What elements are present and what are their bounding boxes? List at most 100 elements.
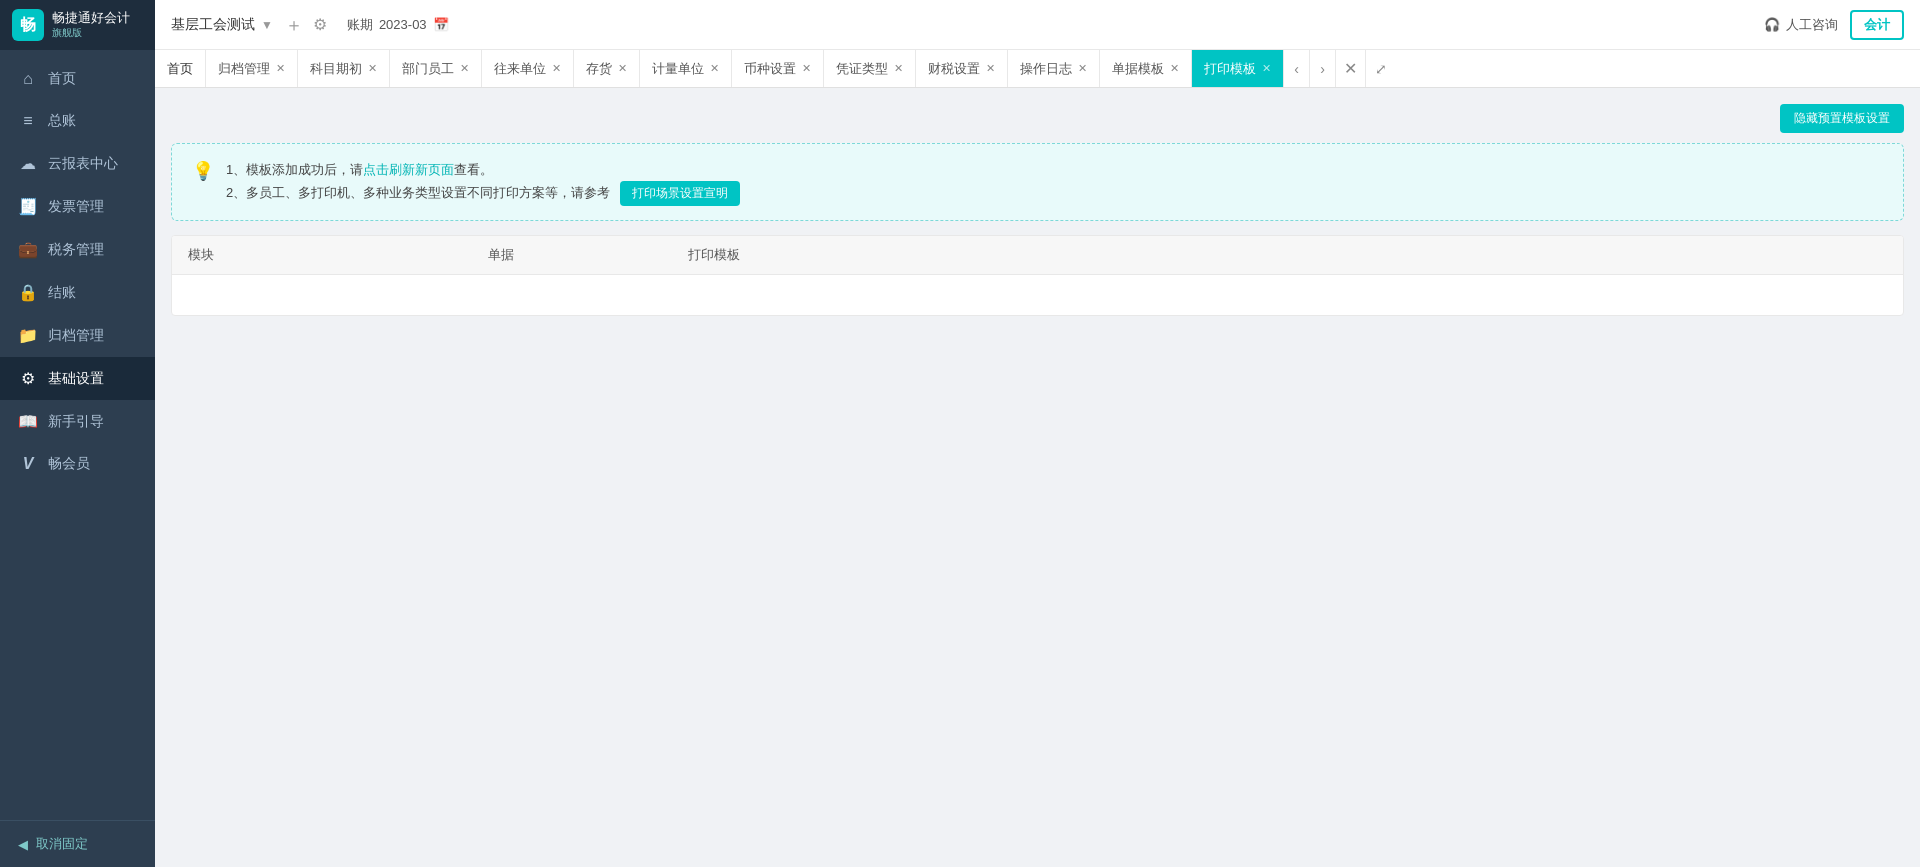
tab-home[interactable]: 首页 [155,50,206,88]
tab-inventory[interactable]: 存货 ✕ [574,50,640,88]
tab-inventory-close-icon[interactable]: ✕ [618,62,627,75]
info-line1-suffix: 查看。 [454,162,493,177]
tabs-prev-btn[interactable]: ‹ [1284,50,1310,88]
tab-print-template[interactable]: 打印模板 ✕ [1192,50,1284,88]
info-line2-prefix: 2、多员工、多打印机、多种业务类型设置不同打印方案等，请参考 [226,185,610,200]
main-area: 基层工会测试 ▼ ＋ ⚙ 账期 2023-03 📅 🎧 人工咨询 会计 首页 归… [155,0,1920,867]
lightbulb-icon: 💡 [192,160,214,182]
sidebar-label-member: 畅会员 [48,455,90,473]
col-header-template: 打印模板 [672,246,1903,264]
tab-dept-staff-label: 部门员工 [402,60,454,78]
sidebar-item-member[interactable]: V 畅会员 [0,443,155,485]
tab-archive-mgmt-label: 归档管理 [218,60,270,78]
ledger-icon: ≡ [18,112,38,130]
account-button[interactable]: 会计 [1850,10,1904,40]
col-header-single: 单据 [472,246,672,264]
tab-tax-close-icon[interactable]: ✕ [986,62,995,75]
sidebar-item-basic-settings[interactable]: ⚙ 基础设置 [0,357,155,400]
tab-contacts[interactable]: 往来单位 ✕ [482,50,574,88]
unpin-icon: ◀ [18,837,28,852]
sidebar-label-cloud: 云报表中心 [48,155,118,173]
topbar: 基层工会测试 ▼ ＋ ⚙ 账期 2023-03 📅 🎧 人工咨询 会计 [155,0,1920,50]
company-name: 基层工会测试 [171,16,255,34]
invoice-icon: 🧾 [18,197,38,216]
info-line1: 1、模板添加成功后，请点击刷新新页面查看。 [226,158,740,181]
sidebar-nav: ⌂ 首页 ≡ 总账 ☁ 云报表中心 🧾 发票管理 💼 税务管理 🔒 结账 📁 归… [0,50,155,820]
sidebar-item-invoice[interactable]: 🧾 发票管理 [0,185,155,228]
tabs-bar: 首页 归档管理 ✕ 科目期初 ✕ 部门员工 ✕ 往来单位 ✕ 存货 ✕ 计量单位… [155,50,1920,88]
tab-currency-close-icon[interactable]: ✕ [802,62,811,75]
print-scene-btn[interactable]: 打印场景设置宣明 [620,181,740,206]
service-label: 人工咨询 [1786,16,1838,34]
tab-dept-close-icon[interactable]: ✕ [460,62,469,75]
tab-single-close-icon[interactable]: ✕ [1170,62,1179,75]
archive-icon: 📁 [18,326,38,345]
sidebar-item-guide[interactable]: 📖 新手引导 [0,400,155,443]
tab-archive-mgmt[interactable]: 归档管理 ✕ [206,50,298,88]
tab-operation-log[interactable]: 操作日志 ✕ [1008,50,1100,88]
tab-voucher-type[interactable]: 凭证类型 ✕ [824,50,916,88]
tab-voucher-close-icon[interactable]: ✕ [894,62,903,75]
tab-unit[interactable]: 计量单位 ✕ [640,50,732,88]
tab-home-label: 首页 [167,60,193,78]
calendar-icon[interactable]: 📅 [433,17,449,32]
logo-icon: 畅 [12,9,44,41]
sidebar-footer-label: 取消固定 [36,835,88,853]
tab-dept-staff[interactable]: 部门员工 ✕ [390,50,482,88]
sidebar-logo: 畅 畅捷通好会计 旗舰版 [0,0,155,50]
tab-print-template-label: 打印模板 [1204,60,1256,78]
tab-currency[interactable]: 币种设置 ✕ [732,50,824,88]
action-top-row: 隐藏预置模板设置 [171,104,1904,133]
tab-expand-btn[interactable]: ⤢ [1366,50,1396,88]
topbar-right: 🎧 人工咨询 会计 [1764,10,1904,40]
tab-print-close-icon[interactable]: ✕ [1262,62,1271,75]
tab-subject-close-icon[interactable]: ✕ [368,62,377,75]
tab-single-form-label: 单据模板 [1112,60,1164,78]
sidebar-item-archive[interactable]: 📁 归档管理 [0,314,155,357]
tab-operation-log-label: 操作日志 [1020,60,1072,78]
tab-unit-close-icon[interactable]: ✕ [710,62,719,75]
tab-currency-label: 币种设置 [744,60,796,78]
tabs-next-btn[interactable]: › [1310,50,1336,88]
period-display: 账期 2023-03 📅 [347,16,449,34]
tab-tax-settings[interactable]: 财税设置 ✕ [916,50,1008,88]
print-template-table: 模块 单据 打印模板 [171,235,1904,316]
info-box: 💡 1、模板添加成功后，请点击刷新新页面查看。 2、多员工、多打印机、多种业务类… [171,143,1904,221]
tab-subject-period[interactable]: 科目期初 ✕ [298,50,390,88]
table-body [172,275,1903,315]
tab-subject-period-label: 科目期初 [310,60,362,78]
sidebar-item-closing[interactable]: 🔒 结账 [0,271,155,314]
sidebar-label-tax: 税务管理 [48,241,104,259]
logo-subtitle: 旗舰版 [52,26,130,40]
logo-text-block: 畅捷通好会计 旗舰版 [52,10,130,41]
sidebar-item-home[interactable]: ⌂ 首页 [0,58,155,100]
sidebar-item-cloud-reports[interactable]: ☁ 云报表中心 [0,142,155,185]
tab-tax-settings-label: 财税设置 [928,60,980,78]
add-company-icon[interactable]: ＋ [285,13,303,37]
hide-template-btn[interactable]: 隐藏预置模板设置 [1780,104,1904,133]
period-value: 2023-03 [379,17,427,32]
guide-icon: 📖 [18,412,38,431]
home-icon: ⌂ [18,70,38,88]
account-label: 会计 [1864,17,1890,32]
tab-op-log-close-icon[interactable]: ✕ [1078,62,1087,75]
tab-single-form[interactable]: 单据模板 ✕ [1100,50,1192,88]
sidebar-label-invoice: 发票管理 [48,198,104,216]
settings-gear-icon[interactable]: ⚙ [313,15,327,34]
sidebar-item-tax[interactable]: 💼 税务管理 [0,228,155,271]
logo-title: 畅捷通好会计 [52,10,130,27]
tab-voucher-type-label: 凭证类型 [836,60,888,78]
tab-contacts-close-icon[interactable]: ✕ [552,62,561,75]
cloud-icon: ☁ [18,154,38,173]
tab-unit-label: 计量单位 [652,60,704,78]
sidebar-unpin-btn[interactable]: ◀ 取消固定 [0,820,155,867]
info-line1-link[interactable]: 点击刷新新页面 [363,162,454,177]
sidebar-label-archive: 归档管理 [48,327,104,345]
info-line1-prefix: 1、模板添加成功后，请 [226,162,363,177]
company-selector[interactable]: 基层工会测试 ▼ [171,16,273,34]
sidebar-item-ledger[interactable]: ≡ 总账 [0,100,155,142]
service-button[interactable]: 🎧 人工咨询 [1764,16,1838,34]
sidebar-label-basic-settings: 基础设置 [48,370,104,388]
tab-archive-close-icon[interactable]: ✕ [276,62,285,75]
tab-close-all-btn[interactable]: ✕ [1336,50,1366,88]
